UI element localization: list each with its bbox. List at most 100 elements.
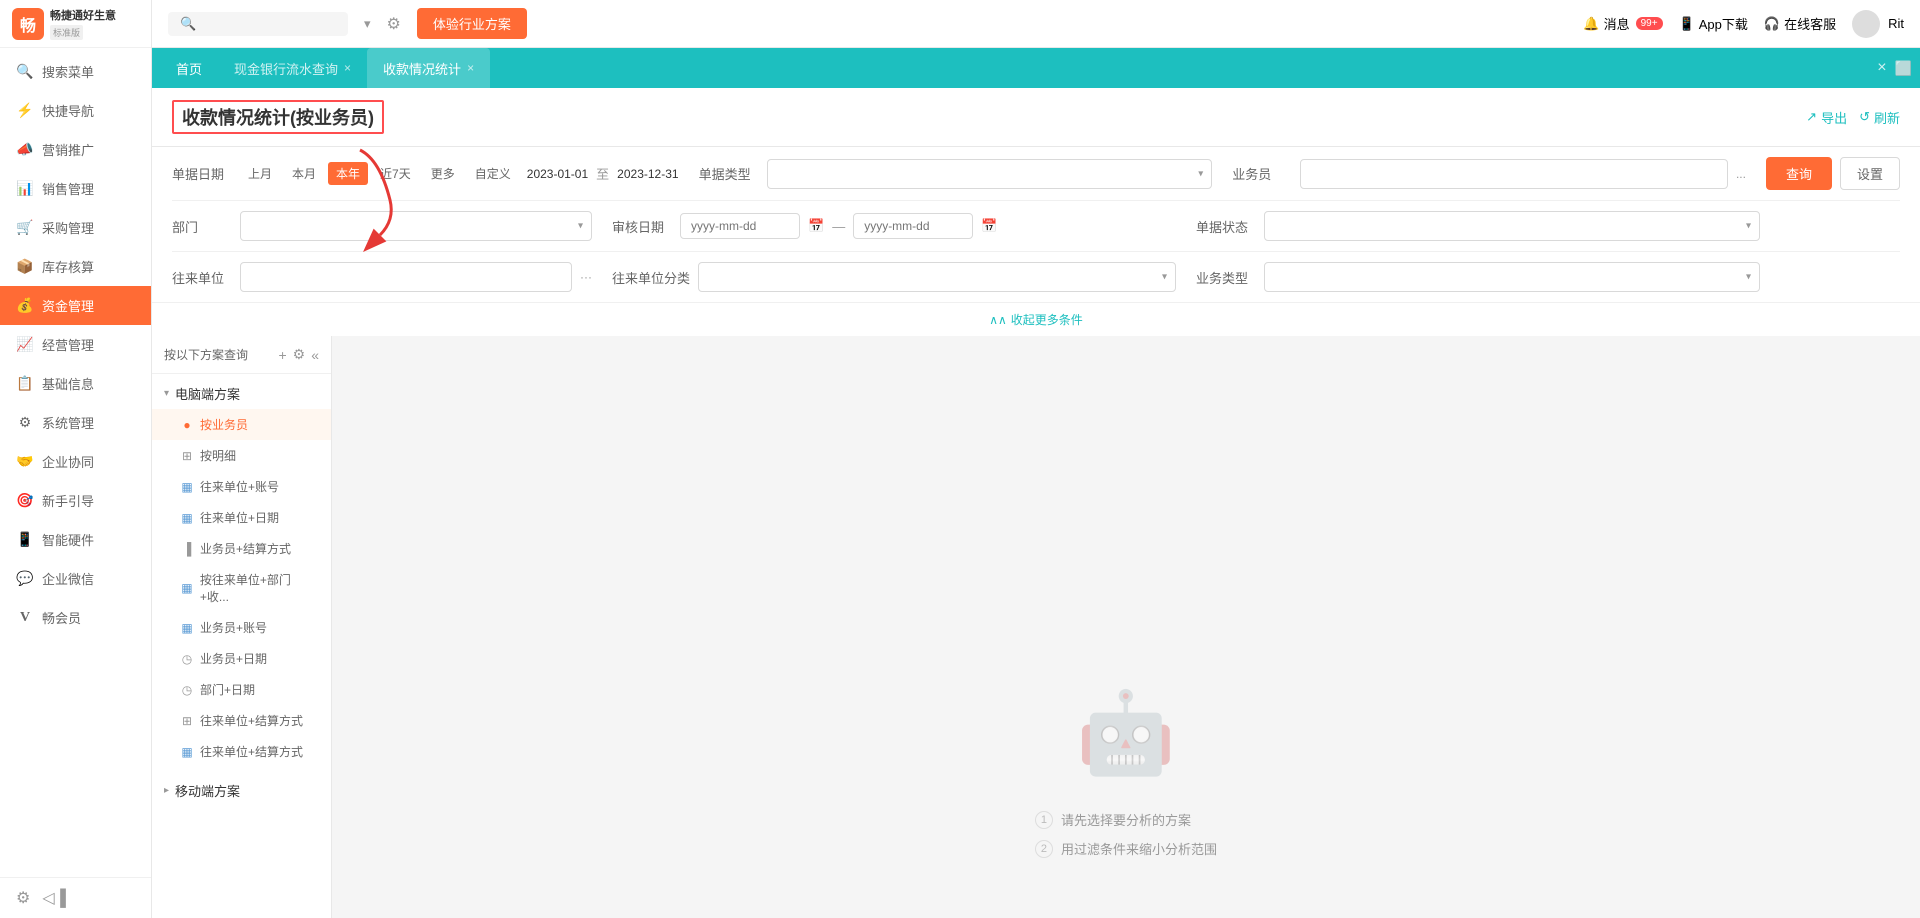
- docstatus-select[interactable]: ▾: [1264, 211, 1760, 241]
- scheme-item-counterpart-account[interactable]: ▦ 往来单位+账号: [152, 471, 331, 502]
- empty-tips: 1 请先选择要分析的方案 2 用过滤条件来缩小分析范围: [1035, 810, 1217, 858]
- panel-gear-icon[interactable]: ⚙: [293, 346, 306, 363]
- sidebar-item-basic-info[interactable]: 📋 基础信息: [0, 364, 151, 403]
- scheme-item-dept-date[interactable]: ◷ 部门+日期: [152, 674, 331, 705]
- collapse-footer-icon[interactable]: ◁▐: [42, 888, 66, 908]
- tab-close-receipt-stat[interactable]: ×: [467, 61, 474, 75]
- filter-row-2: 部门 ▾ 审核日期 📅 — 📅 单据状态: [172, 201, 1900, 252]
- salesperson-more-btn[interactable]: ...: [1736, 167, 1746, 181]
- inventory-icon: 📦: [16, 258, 34, 276]
- collapse-button[interactable]: ∧∧ 收起更多条件: [152, 302, 1920, 336]
- bt-dropdown-icon: ▾: [1746, 272, 1751, 283]
- header-search-bar[interactable]: 🔍: [168, 12, 348, 36]
- tab-bar: 首页 现金银行流水查询 × 收款情况统计 × × ⬜: [152, 48, 1920, 88]
- doctype-dropdown-icon: ▾: [1198, 168, 1203, 179]
- panel-add-icon[interactable]: +: [278, 347, 286, 363]
- date-to-display: 2023-12-31: [617, 167, 678, 181]
- content-area: 按以下方案查询 + ⚙ « ▾ 电脑端方案: [152, 336, 1920, 918]
- logo-name: 畅捷通好生意: [50, 7, 116, 23]
- doctype-label: 单据类型: [699, 164, 759, 183]
- date-tab-last-month[interactable]: 上月: [240, 162, 280, 185]
- settings-footer-icon[interactable]: ⚙: [16, 888, 30, 908]
- content-wrapper: 单据日期 上月 本月 本年 近7天 更多 自定义 2023-01-01 至 20…: [152, 147, 1920, 918]
- trial-button[interactable]: 体验行业方案: [417, 8, 527, 39]
- sidebar-item-finance[interactable]: 💰 资金管理: [0, 286, 151, 325]
- sidebar-item-operation[interactable]: 📈 经营管理: [0, 325, 151, 364]
- sales-icon: 📊: [16, 180, 34, 198]
- date-tab-more[interactable]: 更多: [423, 162, 463, 185]
- salesperson-input[interactable]: [1300, 159, 1728, 189]
- tab-home[interactable]: 首页: [160, 48, 218, 88]
- doctype-select[interactable]: ▾: [767, 159, 1213, 189]
- scheme-item-counterpart-settlement1[interactable]: ⊞ 往来单位+结算方式: [152, 705, 331, 736]
- query-button[interactable]: 查询: [1766, 157, 1832, 190]
- scheme-item-counterpart-dept[interactable]: ▦ 按往来单位+部门+收...: [152, 564, 331, 612]
- app-download-area[interactable]: 📱 App下载: [1679, 14, 1748, 33]
- docstatus-label: 单据状态: [1196, 217, 1256, 236]
- sidebar-item-smart-hw[interactable]: 📱 智能硬件: [0, 520, 151, 559]
- table-icon-1: ▦: [180, 480, 194, 494]
- tab-close-all-icon[interactable]: ×: [1877, 59, 1886, 77]
- tab-bank-flow[interactable]: 现金银行流水查询 ×: [218, 48, 367, 88]
- refresh-button[interactable]: ↺ 刷新: [1859, 108, 1900, 127]
- left-panel-actions: + ⚙ «: [278, 346, 319, 363]
- scheme-item-salesperson-date[interactable]: ◷ 业务员+日期: [152, 643, 331, 674]
- mobile-group-label: 移动端方案: [175, 781, 240, 800]
- audit-date-to-input[interactable]: [853, 213, 973, 239]
- notification-badge: 99+: [1636, 17, 1663, 30]
- biztype-select[interactable]: ▾: [1264, 262, 1760, 292]
- date-tab-this-month[interactable]: 本月: [284, 162, 324, 185]
- counterpart-more-btn[interactable]: ···: [580, 270, 592, 284]
- audit-date-from-input[interactable]: [680, 213, 800, 239]
- sidebar-item-quick-nav[interactable]: ⚡ 快捷导航: [0, 91, 151, 130]
- sidebar-item-vip[interactable]: V 畅会员: [0, 598, 151, 637]
- table-icon-4: ▦: [180, 621, 194, 635]
- scheme-group-desktop-header[interactable]: ▾ 电脑端方案: [152, 378, 331, 409]
- scheme-item-counterpart-date[interactable]: ▦ 往来单位+日期: [152, 502, 331, 533]
- scheme-item-by-salesperson[interactable]: ● 按业务员: [152, 409, 331, 440]
- top-gear-icon[interactable]: ⚙: [387, 14, 401, 34]
- export-button[interactable]: ↗ 导出: [1806, 108, 1847, 127]
- sidebar-item-marketing[interactable]: 📣 营销推广: [0, 130, 151, 169]
- bell-icon: 🔔: [1583, 16, 1599, 32]
- enterprise-icon: 🤝: [16, 453, 34, 471]
- sidebar-item-inventory[interactable]: 📦 库存核算: [0, 247, 151, 286]
- scheme-item-salesperson-settlement[interactable]: ▐ 业务员+结算方式: [152, 533, 331, 564]
- sidebar-item-enterprise[interactable]: 🤝 企业协同: [0, 442, 151, 481]
- sidebar: 畅 畅捷通好生意 标准版 🔍 搜索菜单 ⚡ 快捷导航 📣 营销推广 📊 销售管理…: [0, 0, 152, 918]
- tab-close-bank-flow[interactable]: ×: [344, 61, 351, 75]
- sidebar-item-search-menu[interactable]: 🔍 搜索菜单: [0, 52, 151, 91]
- counterpart-input[interactable]: [240, 262, 572, 292]
- scheme-item-counterpart-settlement2[interactable]: ▦ 往来单位+结算方式: [152, 736, 331, 767]
- tab-maximize-icon[interactable]: ⬜: [1895, 60, 1912, 77]
- docstatus-filter-group: 单据状态 ▾: [1196, 211, 1760, 241]
- notification-area[interactable]: 🔔 消息 99+: [1583, 14, 1662, 33]
- sidebar-item-guide[interactable]: 🎯 新手引导: [0, 481, 151, 520]
- tab-receipt-stat[interactable]: 收款情况统计 ×: [367, 48, 490, 88]
- setting-button[interactable]: 设置: [1840, 157, 1900, 190]
- panel-collapse-icon[interactable]: «: [311, 347, 319, 363]
- page-header-actions: ↗ 导出 ↺ 刷新: [1806, 108, 1900, 127]
- online-service-area[interactable]: 🎧 在线客服: [1764, 14, 1836, 33]
- dept-dropdown-icon: ▾: [578, 221, 583, 232]
- scheme-group-mobile-header[interactable]: ▸ 移动端方案: [152, 775, 331, 806]
- counterpart-class-select[interactable]: ▾: [698, 262, 1176, 292]
- date-tab-7days[interactable]: 近7天: [372, 162, 419, 185]
- sidebar-item-purchase[interactable]: 🛒 采购管理: [0, 208, 151, 247]
- user-area[interactable]: Rit: [1852, 10, 1904, 38]
- scheme-item-by-detail[interactable]: ⊞ 按明细: [152, 440, 331, 471]
- dept-filter-group: 部门 ▾: [172, 211, 592, 241]
- sidebar-item-system[interactable]: ⚙ 系统管理: [0, 403, 151, 442]
- vip-icon: V: [16, 609, 34, 627]
- salesperson-filter-group: 业务员 ...: [1232, 159, 1746, 189]
- scheme-item-salesperson-account[interactable]: ▦ 业务员+账号: [152, 612, 331, 643]
- calendar-from-icon[interactable]: 📅: [808, 218, 824, 234]
- dept-select[interactable]: ▾: [240, 211, 592, 241]
- biztype-filter-group: 业务类型 ▾: [1196, 262, 1760, 292]
- dropdown-arrow-icon[interactable]: ▾: [364, 16, 371, 32]
- calendar-to-icon[interactable]: 📅: [981, 218, 997, 234]
- date-tab-this-year[interactable]: 本年: [328, 162, 368, 185]
- sidebar-item-wechat[interactable]: 💬 企业微信: [0, 559, 151, 598]
- sidebar-item-sales[interactable]: 📊 销售管理: [0, 169, 151, 208]
- date-tab-custom[interactable]: 自定义: [467, 162, 519, 185]
